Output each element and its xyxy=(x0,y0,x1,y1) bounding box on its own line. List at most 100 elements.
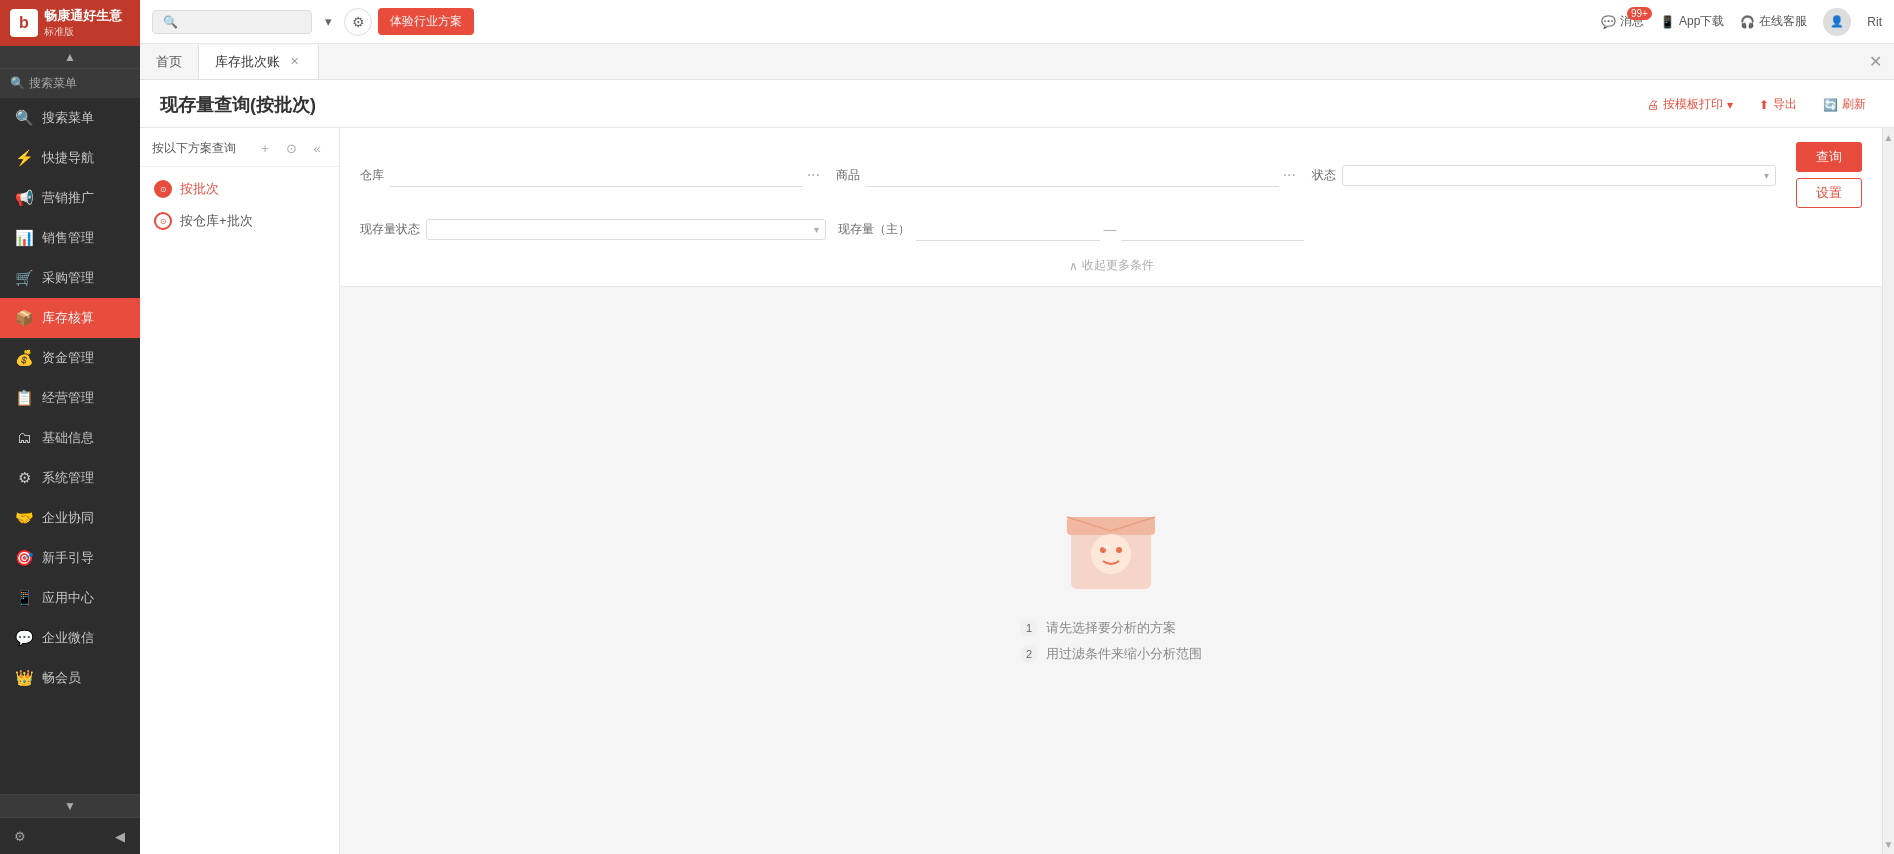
query-btn[interactable]: 查询 xyxy=(1796,142,1862,172)
sidebar-item-sales[interactable]: 📊 销售管理 xyxy=(0,218,140,258)
topbar-search-box[interactable]: 🔍 xyxy=(152,10,312,34)
settings-btn[interactable]: 设置 xyxy=(1796,178,1862,208)
tab-close-inventory-batch[interactable]: ✕ xyxy=(286,54,302,70)
nav-label-finance: 资金管理 xyxy=(42,349,94,367)
sidebar: b 畅康通好生意 标准版 ▲ 🔍 搜索菜单 🔍 搜索菜单 ⚡ 快捷导航 📢 营销… xyxy=(0,0,140,854)
topbar-dropdown-btn[interactable]: ▾ xyxy=(318,12,338,32)
sidebar-collapse-icon[interactable]: ◀ xyxy=(110,826,130,846)
sidebar-item-enterprise[interactable]: 🤝 企业协同 xyxy=(0,498,140,538)
sidebar-item-newbie[interactable]: 🎯 新手引导 xyxy=(0,538,140,578)
status-dropdown[interactable]: ▾ xyxy=(1342,165,1776,186)
inventory-qty-min-input[interactable] xyxy=(916,218,1100,241)
svg-point-2 xyxy=(1091,534,1131,574)
inventory-status-label: 现存量状态 xyxy=(360,221,420,238)
messages-badge: 99+ xyxy=(1627,7,1652,20)
inventory-status-dropdown[interactable]: ▾ xyxy=(426,219,826,240)
app-download-btn[interactable]: 📱 App下载 xyxy=(1660,13,1724,30)
nav-icon-quick-nav: ⚡ xyxy=(14,148,34,168)
sidebar-scroll-up-arrow[interactable]: ▲ xyxy=(0,46,140,69)
status-dropdown-arrow: ▾ xyxy=(1764,170,1769,181)
empty-hint-2: 2 用过滤条件来缩小分析范围 xyxy=(1020,645,1202,663)
add-plan-btn[interactable]: + xyxy=(255,138,275,158)
search-icon: 🔍 xyxy=(10,76,25,90)
nav-icon-operations: 📋 xyxy=(14,388,34,408)
sidebar-item-operations[interactable]: 📋 经营管理 xyxy=(0,378,140,418)
sidebar-footer: ⚙ ◀ xyxy=(0,817,140,854)
user-avatar[interactable]: 👤 xyxy=(1823,8,1851,36)
sidebar-settings-icon[interactable]: ⚙ xyxy=(10,826,30,846)
sidebar-item-finance[interactable]: 💰 资金管理 xyxy=(0,338,140,378)
messages-btn[interactable]: 💬 消息 99+ xyxy=(1601,13,1644,30)
tab-close-all-btn[interactable]: ✕ xyxy=(1857,52,1894,71)
page-content: 现存量查询(按批次) 🖨 按模板打印 ▾ ⬆ 导出 🔄 刷新 xyxy=(140,80,1894,854)
print-dropdown-icon[interactable]: ▾ xyxy=(1727,98,1733,112)
tab-label-inventory-batch: 库存批次账 xyxy=(215,53,280,71)
nav-icon-purchase: 🛒 xyxy=(14,268,34,288)
nav-icon-marketing: 📢 xyxy=(14,188,34,208)
sidebar-item-app-center[interactable]: 📱 应用中心 xyxy=(0,578,140,618)
export-btn[interactable]: ⬆ 导出 xyxy=(1751,92,1805,117)
inventory-qty-dash: — xyxy=(1100,222,1121,237)
nav-icon-finance: 💰 xyxy=(14,348,34,368)
scroll-up-arrow[interactable]: ▲ xyxy=(1882,130,1894,145)
sidebar-item-member[interactable]: 👑 畅会员 xyxy=(0,658,140,698)
plan-item-by-warehouse-batch[interactable]: ⊙ 按仓库+批次 xyxy=(140,205,339,237)
left-panel-icons: + ⊙ « xyxy=(255,138,327,158)
nav-label-search: 搜索菜单 xyxy=(42,109,94,127)
empty-hints: 1 请先选择要分析的方案 2 用过滤条件来缩小分析范围 xyxy=(1020,619,1202,663)
sidebar-scroll-down-arrow[interactable]: ▼ xyxy=(0,794,140,817)
inventory-qty-label: 现存量（主） xyxy=(838,221,910,238)
nav-label-newbie: 新手引导 xyxy=(42,549,94,567)
topbar-gear-btn[interactable]: ⚙ xyxy=(344,8,372,36)
sidebar-item-quick-nav[interactable]: ⚡ 快捷导航 xyxy=(0,138,140,178)
warehouse-input[interactable] xyxy=(390,164,803,187)
nav-label-system: 系统管理 xyxy=(42,469,94,487)
sidebar-item-system[interactable]: ⚙ 系统管理 xyxy=(0,458,140,498)
username-label[interactable]: Rit xyxy=(1867,15,1882,29)
sidebar-item-search[interactable]: 🔍 搜索菜单 xyxy=(0,98,140,138)
inventory-status-field: 现存量状态 ▾ xyxy=(360,219,826,240)
print-by-template-btn[interactable]: 🖨 按模板打印 ▾ xyxy=(1639,92,1741,117)
online-service-btn[interactable]: 🎧 在线客服 xyxy=(1740,13,1807,30)
nav-label-basic: 基础信息 xyxy=(42,429,94,447)
product-dots-btn[interactable]: ··· xyxy=(1279,166,1300,184)
left-panel: 按以下方案查询 + ⊙ « ⊙ 按批次 ⊙ 按仓库+批次 xyxy=(140,128,340,854)
tab-label-home: 首页 xyxy=(156,53,182,71)
page-header: 现存量查询(按批次) 🖨 按模板打印 ▾ ⬆ 导出 🔄 刷新 xyxy=(140,80,1894,128)
page-title: 现存量查询(按批次) xyxy=(160,93,316,117)
nav-label-operations: 经营管理 xyxy=(42,389,94,407)
warehouse-dots-btn[interactable]: ··· xyxy=(803,166,824,184)
inventory-qty-max-input[interactable] xyxy=(1121,218,1305,241)
product-input[interactable] xyxy=(866,164,1279,187)
collapse-panel-btn[interactable]: « xyxy=(307,138,327,158)
headset-icon: 🎧 xyxy=(1740,15,1755,29)
sidebar-item-purchase[interactable]: 🛒 采购管理 xyxy=(0,258,140,298)
nav-label-quick-nav: 快捷导航 xyxy=(42,149,94,167)
refresh-btn[interactable]: 🔄 刷新 xyxy=(1815,92,1874,117)
warehouse-field: 仓库 ··· xyxy=(360,164,824,187)
tab-home[interactable]: 首页 xyxy=(140,45,199,79)
online-service-label: 在线客服 xyxy=(1759,13,1807,30)
sidebar-brand: 畅康通好生意 标准版 xyxy=(44,8,122,38)
nav-label-wechat: 企业微信 xyxy=(42,629,94,647)
empty-illustration-svg xyxy=(1051,479,1171,599)
sidebar-item-inventory[interactable]: 📦 库存核算 xyxy=(0,298,140,338)
sidebar-item-basic[interactable]: 🗂 基础信息 xyxy=(0,418,140,458)
experience-industry-btn[interactable]: 体验行业方案 xyxy=(378,8,474,35)
topbar-search-icon: 🔍 xyxy=(163,15,178,29)
app-download-label: App下载 xyxy=(1679,13,1724,30)
topbar-right: 💬 消息 99+ 📱 App下载 🎧 在线客服 👤 Rit xyxy=(1601,8,1882,36)
tab-inventory-batch[interactable]: 库存批次账 ✕ xyxy=(199,45,319,79)
collapse-conditions-btn[interactable]: ∧ 收起更多条件 xyxy=(360,251,1862,276)
sidebar-item-marketing[interactable]: 📢 营销推广 xyxy=(0,178,140,218)
plan-settings-btn[interactable]: ⊙ xyxy=(281,138,301,158)
nav-label-sales: 销售管理 xyxy=(42,229,94,247)
sidebar-item-wechat[interactable]: 💬 企业微信 xyxy=(0,618,140,658)
sidebar-logo-icon: b xyxy=(10,9,38,37)
sidebar-search-menu[interactable]: 🔍 搜索菜单 xyxy=(0,69,140,98)
scroll-down-arrow[interactable]: ▼ xyxy=(1882,837,1894,852)
product-label: 商品 xyxy=(836,167,860,184)
sidebar-brand-version: 标准版 xyxy=(44,25,122,38)
plan-item-by-batch[interactable]: ⊙ 按批次 xyxy=(140,173,339,205)
topbar: 🔍 ▾ ⚙ 体验行业方案 💬 消息 99+ 📱 App下载 🎧 在线客服 xyxy=(140,0,1894,44)
